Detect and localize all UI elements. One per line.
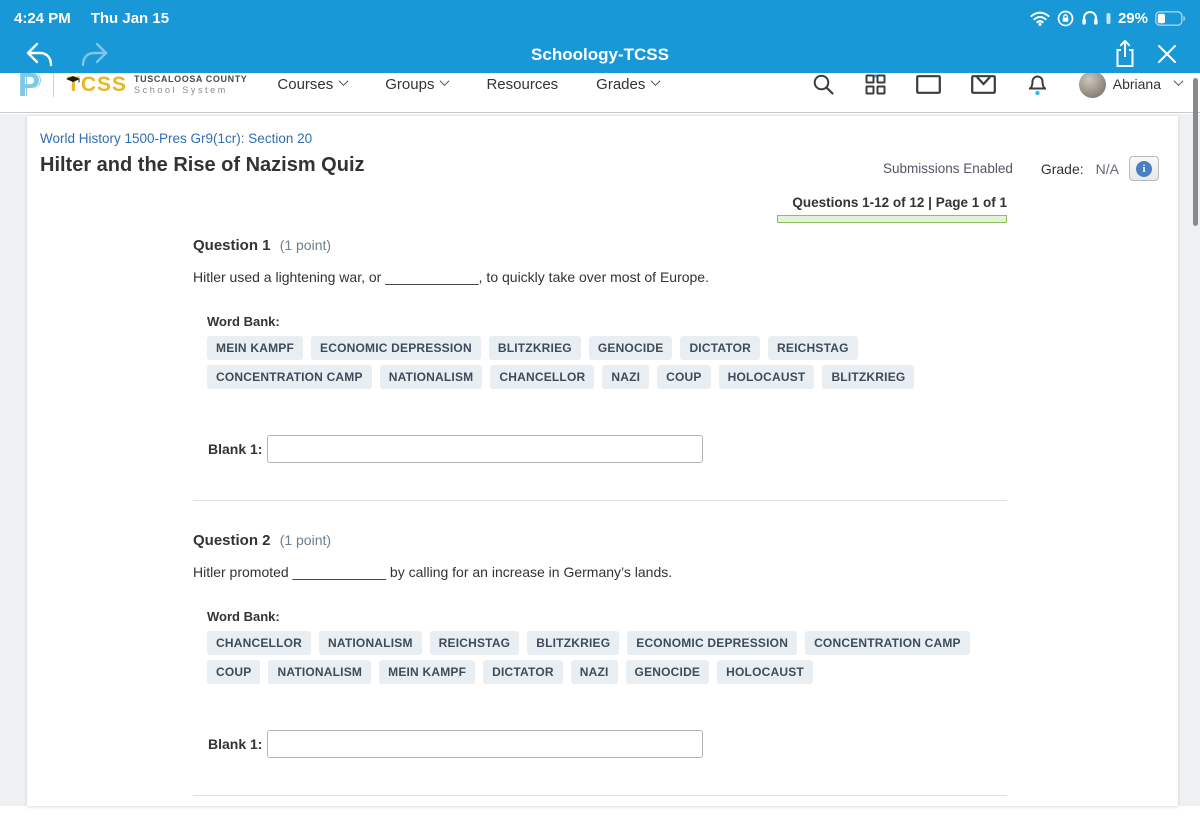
word-bank-chip: DICTATOR bbox=[483, 660, 563, 684]
page-background: World History 1500-Pres Gr9(1cr): Sectio… bbox=[0, 114, 1200, 806]
grade-value: N/A bbox=[1095, 160, 1119, 177]
question-points: (1 point) bbox=[279, 532, 332, 548]
share-icon[interactable] bbox=[1112, 38, 1138, 75]
tcss-logo: TCSS TUSCALOOSA COUNTY School System bbox=[66, 73, 248, 95]
word-bank-chip: HOLOCAUST bbox=[717, 660, 813, 684]
word-bank-chip: COUP bbox=[657, 365, 711, 389]
word-bank: MEIN KAMPF ECONOMIC DEPRESSION BLITZKRIEG G… bbox=[207, 336, 1007, 389]
browser-title: Schoology-TCSS bbox=[531, 44, 669, 64]
question-number: Question 2 bbox=[193, 532, 271, 549]
word-bank-chip: COUP bbox=[207, 660, 261, 684]
messages-icon[interactable] bbox=[970, 74, 996, 94]
screen: 4:24 PM Thu Jan 15 29% Schoology-TCSS P … bbox=[0, 0, 1200, 833]
word-bank-chip: CHANCELLOR bbox=[207, 631, 311, 655]
question-block: Question 2 (1 point) Hitler promoted ___… bbox=[193, 532, 1007, 796]
user-name: Abriana bbox=[1112, 76, 1161, 92]
answer-input[interactable] bbox=[267, 435, 704, 463]
window-icon[interactable] bbox=[915, 74, 941, 94]
word-bank-chip: REICHSTAG bbox=[768, 336, 858, 360]
status-time: 4:24 PM bbox=[14, 9, 71, 27]
page-title: Hilter and the Rise of Nazism Quiz bbox=[40, 154, 365, 176]
word-bank-chip: CONCENTRATION CAMP bbox=[805, 631, 970, 655]
word-bank-chip: DICTATOR bbox=[680, 336, 761, 360]
search-icon[interactable] bbox=[812, 73, 835, 96]
word-bank-label: Word Bank: bbox=[207, 314, 280, 329]
question-divider bbox=[193, 500, 1007, 501]
chevron-down-icon bbox=[338, 76, 349, 87]
question-block: Question 1 (1 point) Hitler used a light… bbox=[193, 237, 1007, 501]
word-bank-chip: GENOCIDE bbox=[588, 336, 673, 360]
submissions-status: Submissions Enabled bbox=[883, 161, 1013, 176]
info-icon: i bbox=[1136, 160, 1152, 177]
wifi-icon bbox=[1030, 11, 1050, 26]
word-bank-chip: BLITZKRIEG bbox=[822, 365, 915, 389]
org-name-line2: School System bbox=[134, 84, 228, 95]
questions-progress-bar bbox=[777, 215, 1007, 223]
word-bank-section: Word Bank: CHANCELLOR NATIONALISM REICHSTA… bbox=[207, 609, 1007, 684]
scrollbar-thumb[interactable] bbox=[1193, 78, 1198, 226]
word-bank-label: Word Bank: bbox=[207, 609, 280, 624]
pagination-label: Questions 1-12 of 12 | Page 1 of 1 bbox=[792, 195, 1007, 210]
headphones-battery-icon bbox=[1106, 12, 1111, 25]
word-bank-chip: CHANCELLOR bbox=[490, 365, 595, 389]
blank-label: Blank 1: bbox=[208, 736, 263, 752]
word-bank-section: Word Bank: MEIN KAMPF ECONOMIC DEPRESSION… bbox=[207, 314, 1007, 389]
headphones-icon bbox=[1081, 10, 1099, 26]
status-bar: 4:24 PM Thu Jan 15 29% bbox=[0, 0, 1200, 36]
word-bank-chip: BLITZKRIEG bbox=[488, 336, 581, 360]
chevron-down-icon bbox=[1173, 76, 1184, 87]
battery-icon bbox=[1155, 10, 1186, 26]
word-bank-chip: NAZI bbox=[570, 660, 618, 684]
questions-list: Question 1 (1 point) Hitler used a light… bbox=[193, 237, 1007, 796]
grade-info-button[interactable]: i bbox=[1129, 156, 1159, 181]
battery-percent: 29% bbox=[1117, 9, 1148, 27]
org-name-line1: TUSCALOOSA COUNTY bbox=[134, 73, 248, 84]
word-bank-chip: ECONOMIC DEPRESSION bbox=[627, 631, 798, 655]
main-nav: Courses Groups Resources Grades bbox=[277, 76, 661, 93]
breadcrumb[interactable]: World History 1500-Pres Gr9(1cr): Sectio… bbox=[40, 131, 312, 146]
divider bbox=[53, 71, 55, 97]
chevron-down-icon bbox=[440, 76, 450, 87]
progress-fill bbox=[778, 216, 1006, 222]
chevron-down-icon bbox=[650, 76, 661, 87]
word-bank-chip: NATIONALISM bbox=[319, 631, 422, 655]
nav-grades[interactable]: Grades bbox=[596, 76, 661, 93]
word-bank: CHANCELLOR NATIONALISM REICHSTAG BLITZKRIEG… bbox=[207, 631, 1007, 684]
word-bank-chip: ECONOMIC DEPRESSION bbox=[311, 336, 481, 360]
nav-groups[interactable]: Groups bbox=[385, 76, 450, 93]
question-points: (1 point) bbox=[279, 237, 332, 253]
word-bank-chip: NATIONALISM bbox=[268, 660, 372, 684]
word-bank-chip: CONCENTRATION CAMP bbox=[207, 365, 372, 389]
word-bank-chip: MEIN KAMPF bbox=[207, 336, 303, 360]
question-divider bbox=[193, 795, 1007, 796]
question-number: Question 1 bbox=[193, 237, 271, 254]
notifications-icon[interactable] bbox=[1026, 72, 1049, 96]
word-bank-chip: REICHSTAG bbox=[429, 631, 520, 655]
word-bank-chip: BLITZKRIEG bbox=[527, 631, 620, 655]
rotation-lock-icon bbox=[1057, 10, 1074, 27]
app-grid-icon[interactable] bbox=[865, 73, 886, 95]
grade-label: Grade: bbox=[1040, 160, 1084, 177]
quiz-card: World History 1500-Pres Gr9(1cr): Sectio… bbox=[27, 116, 1178, 806]
answer-input[interactable] bbox=[267, 730, 704, 758]
browser-bar: Schoology-TCSS bbox=[0, 36, 1200, 73]
blank-label: Blank 1: bbox=[208, 441, 263, 457]
question-text: Hitler promoted ____________ by calling … bbox=[193, 564, 673, 580]
avatar bbox=[1078, 70, 1106, 98]
word-bank-chip: MEIN KAMPF bbox=[379, 660, 476, 684]
word-bank-chip: NATIONALISM bbox=[379, 365, 483, 389]
question-text: Hitler used a lightening war, or _______… bbox=[193, 269, 709, 285]
nav-courses[interactable]: Courses bbox=[277, 76, 349, 93]
status-date: Thu Jan 15 bbox=[90, 9, 170, 27]
close-icon[interactable] bbox=[1156, 43, 1178, 70]
nav-resources[interactable]: Resources bbox=[486, 76, 558, 93]
word-bank-chip: NAZI bbox=[602, 365, 650, 389]
word-bank-chip: HOLOCAUST bbox=[718, 365, 815, 389]
word-bank-chip: GENOCIDE bbox=[625, 660, 710, 684]
